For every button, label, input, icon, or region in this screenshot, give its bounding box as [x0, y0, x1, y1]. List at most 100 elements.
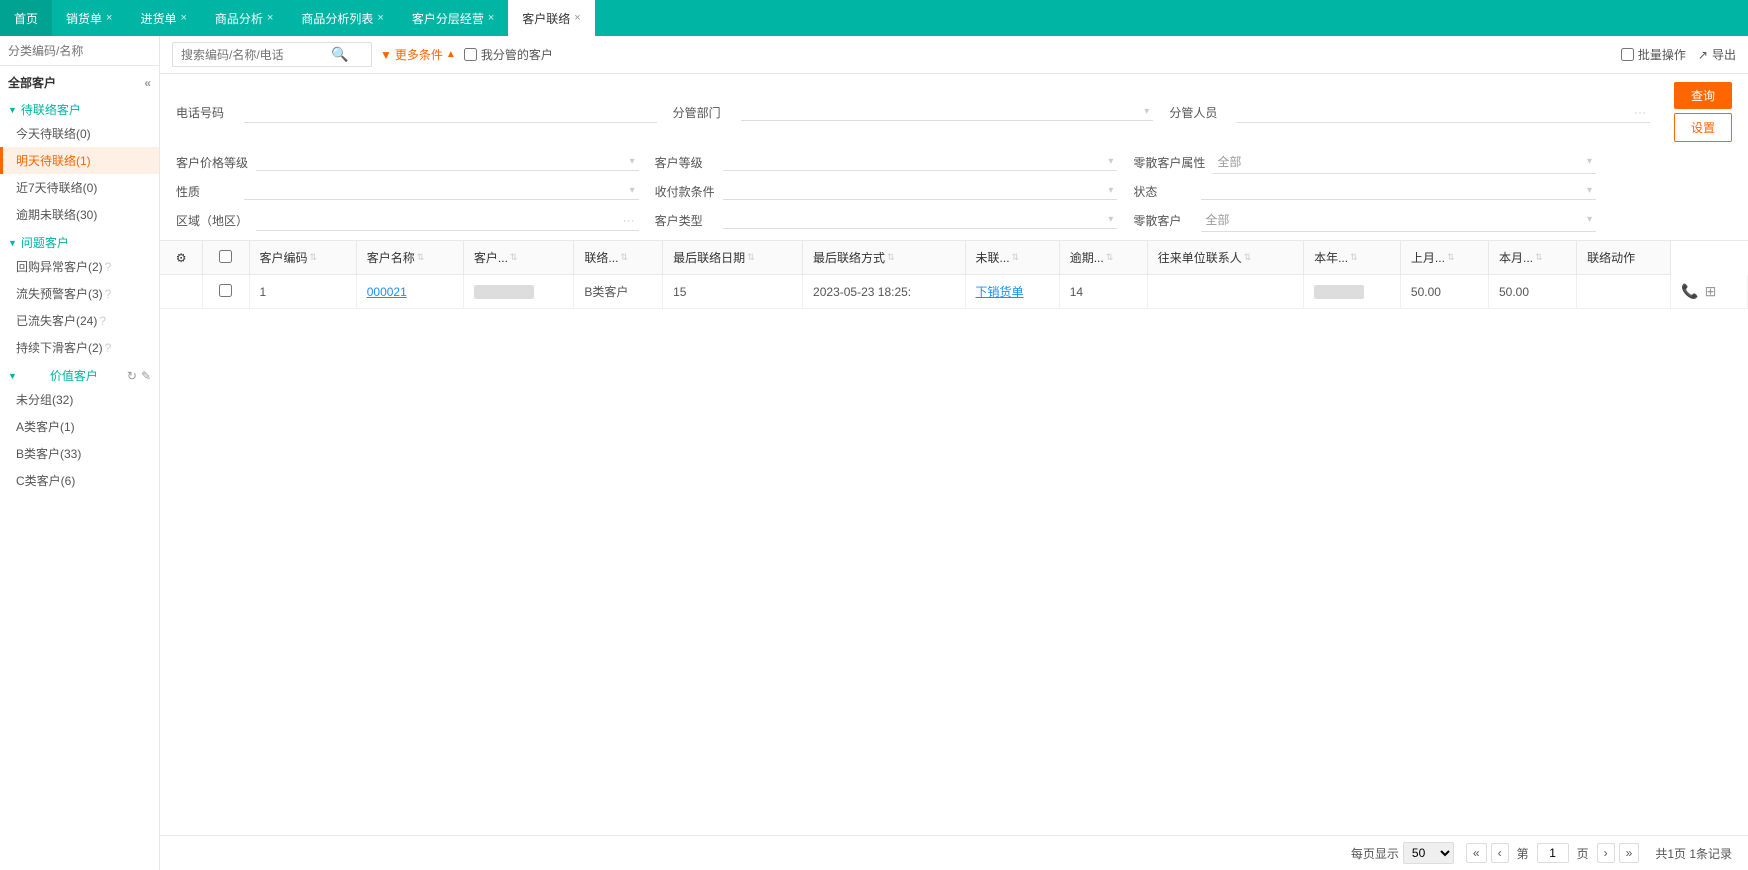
mine-filter[interactable]: 我分管的客户 — [464, 46, 553, 63]
filter-price-grade-select[interactable]: ▾ — [256, 153, 639, 171]
filter-nature-select[interactable]: ▾ — [244, 182, 639, 200]
nav-home[interactable]: 首页 — [0, 0, 52, 36]
sidebar-value-refresh-icon[interactable]: ↻ — [127, 369, 137, 383]
filter-customer-grade: 客户等级 ▾ — [655, 153, 1118, 171]
th-name[interactable]: 客户名称 ⇅ — [356, 241, 463, 275]
filter-scattered-customer-select[interactable]: 全部 ▾ — [1201, 208, 1596, 232]
page-size-select[interactable]: 50 10 20 100 — [1403, 842, 1454, 864]
action-grid-icon[interactable]: ⊞ — [1705, 283, 1717, 300]
batch-ops-btn[interactable]: 批量操作 — [1621, 46, 1686, 63]
nav-purchase-order[interactable]: 进货单 × — [126, 0, 200, 36]
chevron-customer-type: ▾ — [1108, 214, 1113, 225]
row-checkbox-cell[interactable] — [203, 275, 249, 309]
sidebar-item-overdue-contact[interactable]: 逾期未联络(30) — [0, 201, 159, 228]
row-checkbox[interactable] — [219, 284, 232, 297]
sidebar-item-class-c[interactable]: C类客户(6) — [0, 467, 159, 494]
th-unlinked[interactable]: 未联... ⇅ — [965, 241, 1059, 275]
nav-close-customer-layering[interactable]: × — [488, 12, 494, 24]
main-search-icon[interactable]: 🔍 — [331, 46, 348, 63]
nav-product-analysis[interactable]: 商品分析 × — [201, 0, 287, 36]
th-type[interactable]: 客户... ⇅ — [463, 241, 574, 275]
nav-customer-layering[interactable]: 客户分层经营 × — [398, 0, 508, 36]
action-phone-icon[interactable]: 📞 — [1681, 283, 1698, 300]
select-all-checkbox[interactable] — [219, 250, 232, 263]
nav-product-analysis-list[interactable]: 商品分析列表 × — [287, 0, 397, 36]
sidebar: 🔍 全部客户 « 待联络客户 今天待联络(0) 明天待联络(1) 近7天待联络(… — [0, 36, 160, 870]
main-search-input[interactable] — [181, 48, 331, 62]
filter-customer-type-select[interactable]: ▾ — [723, 211, 1118, 229]
filter-status-select[interactable]: ▾ — [1201, 182, 1596, 200]
main-layout: 🔍 全部客户 « 待联络客户 今天待联络(0) 明天待联络(1) 近7天待联络(… — [0, 36, 1748, 870]
filter-status-label: 状态 — [1133, 183, 1193, 200]
filter-region-label: 区域（地区） — [176, 212, 248, 229]
row-overdue — [1147, 275, 1303, 309]
nav-close-purchase-order[interactable]: × — [180, 12, 186, 24]
chevron-scattered-attr: ▾ — [1587, 156, 1592, 167]
sidebar-item-declining[interactable]: 持续下滑客户(2) ? — [0, 334, 159, 361]
mine-checkbox[interactable] — [464, 48, 477, 61]
filter-region-select[interactable]: ··· — [256, 210, 639, 231]
row-contact-person: masked — [1304, 275, 1401, 309]
sidebar-item-abnormal-purchase[interactable]: 回购异常客户(2) ? — [0, 253, 159, 280]
th-contact-count[interactable]: 联络... ⇅ — [574, 241, 663, 275]
filter-region: 区域（地区） ··· — [176, 210, 639, 231]
filter-phone-input[interactable] — [244, 102, 657, 123]
sidebar-item-ungrouped[interactable]: 未分组(32) — [0, 386, 159, 413]
sidebar-value-edit-icon[interactable]: ✎ — [141, 369, 151, 383]
sidebar-collapse-icon[interactable]: « — [144, 76, 151, 90]
nav-sales-order[interactable]: 销货单 × — [52, 0, 126, 36]
page-label: 第 — [1517, 845, 1529, 862]
filter-customer-type: 客户类型 ▾ — [655, 211, 1118, 229]
sidebar-item-class-a[interactable]: A类客户(1) — [0, 413, 159, 440]
total-info: 共1页 1条记录 — [1655, 845, 1732, 862]
sidebar-item-class-b[interactable]: B类客户(33) — [0, 440, 159, 467]
sidebar-item-tomorrow-contact[interactable]: 明天待联络(1) — [0, 147, 159, 174]
prev-page-btn[interactable]: ‹ — [1491, 843, 1509, 863]
filter-payment-terms: 收付款条件 ▾ — [655, 182, 1118, 200]
export-btn[interactable]: ↗ 导出 — [1698, 46, 1736, 63]
next-page-btn[interactable]: › — [1597, 843, 1615, 863]
filter-manager-select[interactable]: ··· — [1237, 102, 1650, 123]
nav-close-customer-contact[interactable]: × — [574, 12, 580, 24]
sidebar-group-value-customers: 价值客户 ↻ ✎ — [0, 361, 159, 386]
th-contact-person[interactable]: 往来单位联系人 ⇅ — [1147, 241, 1303, 275]
nav-close-product-analysis-list[interactable]: × — [377, 12, 383, 24]
sidebar-item-churned[interactable]: 已流失客户(24) ? — [0, 307, 159, 334]
filter-scattered-customer: 零散客户 全部 ▾ — [1133, 208, 1596, 232]
row-code[interactable]: 000021 — [356, 275, 463, 309]
th-this-month[interactable]: 本月... ⇅ — [1489, 241, 1577, 275]
th-gear[interactable]: ⚙ — [160, 241, 203, 275]
sidebar-search-input[interactable] — [8, 44, 160, 58]
row-idx: 1 — [249, 275, 356, 309]
th-code[interactable]: 客户编码 ⇅ — [249, 241, 356, 275]
th-last-method[interactable]: 最后联络方式 ⇅ — [803, 241, 965, 275]
row-actions: 📞 ⊞ — [1671, 275, 1748, 309]
filter-payment-terms-select[interactable]: ▾ — [723, 182, 1118, 200]
nav-close-product-analysis[interactable]: × — [267, 12, 273, 24]
batch-checkbox[interactable] — [1621, 48, 1634, 61]
search-container: 🔍 — [172, 42, 372, 67]
nav-close-sales-order[interactable]: × — [106, 12, 112, 24]
filter-scattered-customer-label: 零散客户 — [1133, 212, 1193, 229]
filter-dept-select[interactable]: ▾ — [741, 103, 1154, 121]
last-page-btn[interactable]: » — [1619, 843, 1640, 863]
th-checkbox[interactable] — [203, 241, 249, 275]
setting-button[interactable]: 设置 — [1674, 113, 1732, 142]
nav-customer-contact[interactable]: 客户联络 × — [508, 0, 594, 36]
filter-scattered-attr-select[interactable]: 全部 ▾ — [1213, 150, 1596, 174]
th-last-date[interactable]: 最后联络日期 ⇅ — [663, 241, 803, 275]
th-overdue[interactable]: 逾期... ⇅ — [1059, 241, 1147, 275]
query-button[interactable]: 查询 — [1674, 82, 1732, 109]
more-conditions-btn[interactable]: ▼ 更多条件 ▲ — [380, 46, 456, 63]
th-last-month[interactable]: 上月... ⇅ — [1400, 241, 1488, 275]
sidebar-item-churn-warning[interactable]: 流失预警客户(3) ? — [0, 280, 159, 307]
first-page-btn[interactable]: « — [1466, 843, 1487, 863]
row-name[interactable]: Ea — [463, 275, 574, 309]
sidebar-item-7day-contact[interactable]: 近7天待联络(0) — [0, 174, 159, 201]
sidebar-item-today-contact[interactable]: 今天待联络(0) — [0, 120, 159, 147]
page-number-input[interactable] — [1537, 843, 1569, 863]
table-row: 1 000021 Ea B类客户 15 2023-05-23 18:25: 下销… — [160, 275, 1748, 309]
filter-customer-grade-select[interactable]: ▾ — [723, 153, 1118, 171]
row-last-method[interactable]: 下销货单 — [965, 275, 1059, 309]
th-this-year[interactable]: 本年... ⇅ — [1304, 241, 1401, 275]
